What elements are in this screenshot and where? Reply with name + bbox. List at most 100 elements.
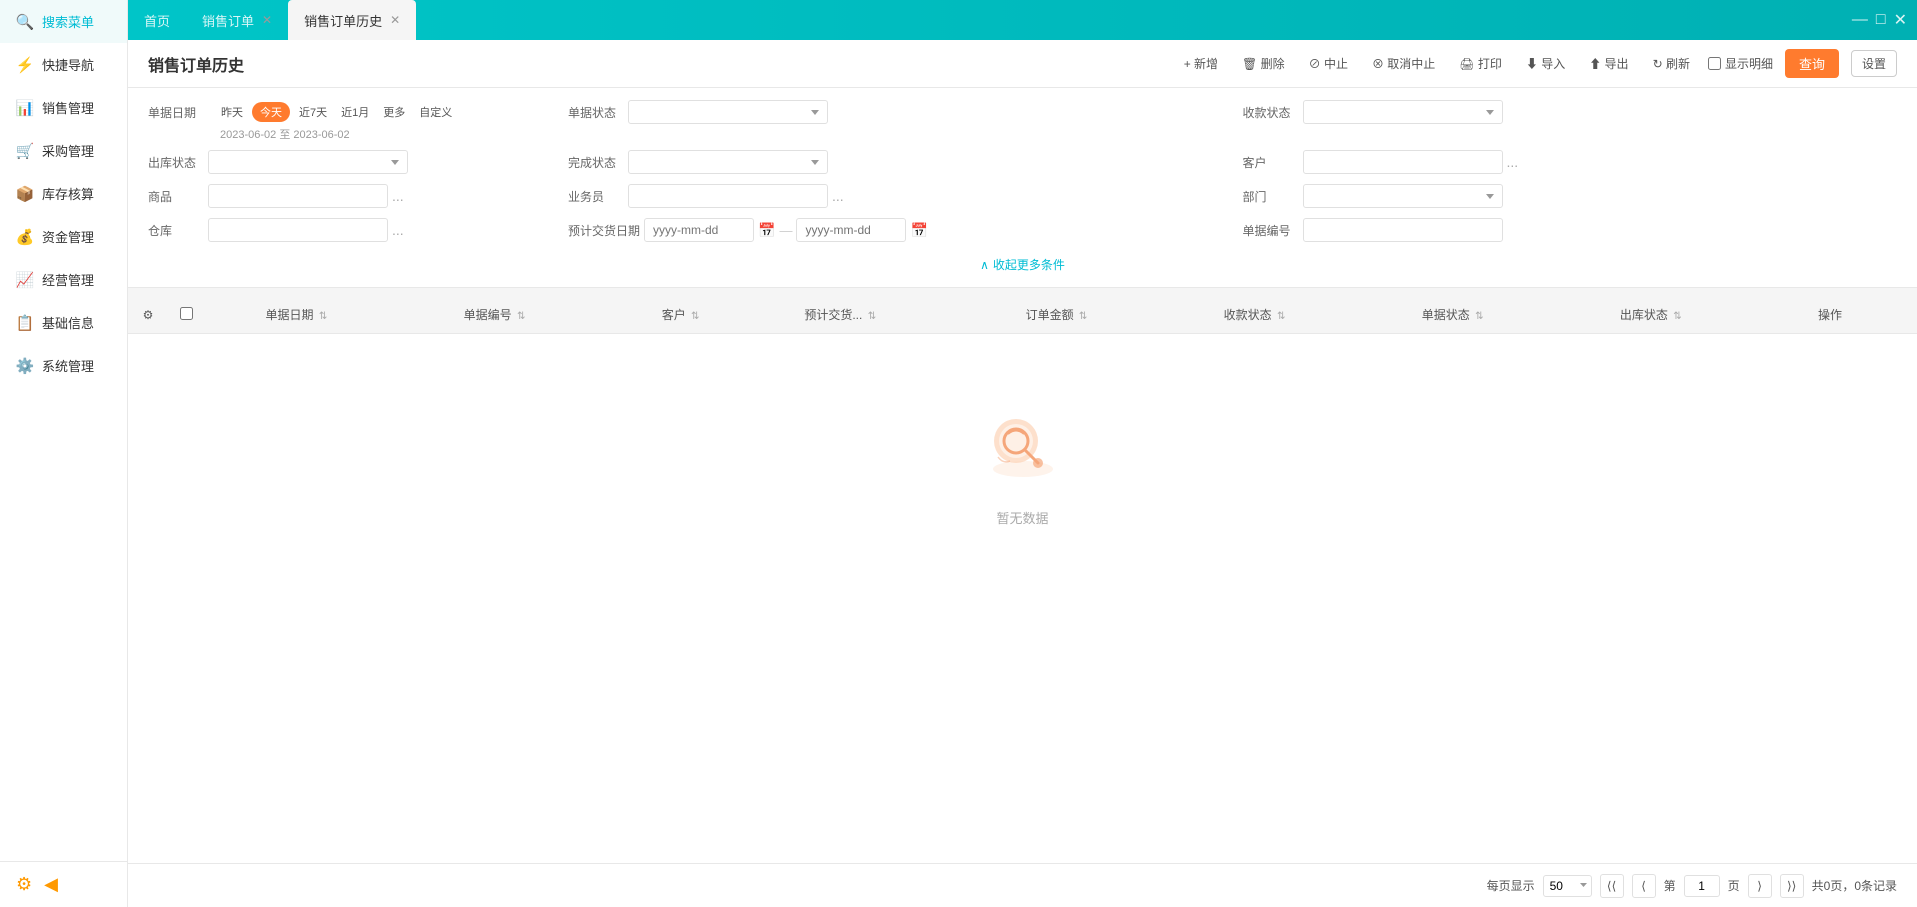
sort-date-icon[interactable]: ⇅ bbox=[319, 311, 327, 322]
date-btn-custom[interactable]: 自定义 bbox=[414, 102, 457, 122]
collapse-icon: ∧ bbox=[980, 258, 989, 272]
sidebar-item-quicknav[interactable]: ⚡ 快捷导航 bbox=[0, 43, 127, 86]
sidebar-item-purchase[interactable]: 🛒 采购管理 bbox=[0, 129, 127, 172]
window-close-btn[interactable]: ✕ bbox=[1894, 10, 1907, 30]
system-icon: ⚙️ bbox=[16, 357, 34, 375]
sidebar-item-label: 搜索菜单 bbox=[42, 12, 94, 31]
table-area: ⚙ 单据日期 ⇅ 单据编号 ⇅ bbox=[128, 296, 1917, 863]
order-no-input[interactable] bbox=[1303, 218, 1503, 242]
date-btn-yesterday[interactable]: 昨天 bbox=[216, 102, 248, 122]
prev-page-btn[interactable]: ⟨ bbox=[1632, 874, 1656, 898]
query-button[interactable]: 查询 bbox=[1785, 49, 1839, 78]
page-title: 销售订单历史 bbox=[148, 52, 244, 76]
date-btn-last7[interactable]: 近7天 bbox=[294, 102, 332, 122]
sort-amount-icon[interactable]: ⇅ bbox=[1079, 311, 1087, 322]
th-out-status[interactable]: 出库状态 ⇅ bbox=[1608, 296, 1806, 334]
cal-end-icon[interactable]: 📅 bbox=[910, 222, 927, 239]
delete-button[interactable]: 🗑 删除 bbox=[1236, 51, 1291, 76]
salesperson-input[interactable] bbox=[628, 184, 828, 208]
sidebar-settings-icon[interactable]: ⚙ bbox=[16, 874, 32, 895]
display-cols-label: 显示明细 bbox=[1725, 55, 1773, 72]
window-minimize-btn[interactable]: — bbox=[1852, 11, 1868, 29]
main-area: 首页 销售订单 ✕ 销售订单历史 ✕ — □ ✕ 销售订单历史 + 新增 🗑 删… bbox=[128, 0, 1917, 907]
sort-payment-icon[interactable]: ⇅ bbox=[1277, 311, 1285, 322]
sort-orderno-icon[interactable]: ⇅ bbox=[517, 311, 525, 322]
warehouse-dots[interactable]: ... bbox=[392, 222, 404, 238]
new-button[interactable]: + 新增 bbox=[1178, 51, 1224, 76]
page-input[interactable] bbox=[1684, 875, 1720, 897]
sort-expected-icon[interactable]: ⇅ bbox=[868, 311, 876, 322]
display-cols-checkbox[interactable] bbox=[1708, 57, 1721, 70]
sidebar-item-search[interactable]: 🔍 搜索菜单 bbox=[0, 0, 127, 43]
status-select[interactable] bbox=[628, 100, 828, 124]
sidebar-item-system[interactable]: ⚙️ 系统管理 bbox=[0, 344, 127, 387]
goods-dots[interactable]: ... bbox=[392, 188, 404, 204]
refresh-button[interactable]: ↻ 刷新 bbox=[1647, 51, 1696, 76]
sidebar-item-finance[interactable]: 💰 资金管理 bbox=[0, 215, 127, 258]
th-amount[interactable]: 订单金额 ⇅ bbox=[1014, 296, 1212, 334]
date-btn-last1m[interactable]: 近1月 bbox=[336, 102, 374, 122]
sidebar-item-operations[interactable]: 📈 经营管理 bbox=[0, 258, 127, 301]
content: 销售订单历史 + 新增 🗑 删除 ⊘ 中止 ⊗ 取消中止 🖨 打印 ⬇ 导入 ⬆… bbox=[128, 40, 1917, 907]
total-info: 共0页，0条记录 bbox=[1812, 877, 1897, 894]
warehouse-input[interactable] bbox=[208, 218, 388, 242]
th-settings[interactable]: ⚙ bbox=[128, 296, 168, 334]
customer-input[interactable] bbox=[1303, 150, 1503, 174]
th-order-no-label: 单据编号 bbox=[464, 308, 512, 322]
tab-sales-order-close[interactable]: ✕ bbox=[262, 13, 272, 27]
complete-status-select[interactable] bbox=[628, 150, 828, 174]
sort-out-icon[interactable]: ⇅ bbox=[1673, 311, 1681, 322]
th-expected-date[interactable]: 预计交货... ⇅ bbox=[792, 296, 1013, 334]
expected-date-end[interactable] bbox=[796, 218, 906, 242]
th-action: 操作 bbox=[1806, 296, 1917, 334]
cancel-stop-button[interactable]: ⊗ 取消中止 bbox=[1366, 51, 1441, 76]
cal-start-icon[interactable]: 📅 bbox=[758, 222, 775, 239]
print-button[interactable]: 🖨 打印 bbox=[1453, 51, 1508, 76]
search-menu-icon: 🔍 bbox=[16, 13, 34, 31]
th-payment-status[interactable]: 收款状态 ⇅ bbox=[1212, 296, 1410, 334]
customer-dots[interactable]: ... bbox=[1507, 154, 1519, 170]
last-page-btn[interactable]: ⟩⟩ bbox=[1780, 874, 1804, 898]
table-settings-icon[interactable]: ⚙ bbox=[143, 308, 154, 322]
tab-sales-order[interactable]: 销售订单 ✕ bbox=[186, 0, 288, 40]
inventory-icon: 📦 bbox=[16, 185, 34, 203]
th-customer[interactable]: 客户 ⇅ bbox=[650, 296, 793, 334]
settings-button[interactable]: 设置 bbox=[1851, 50, 1897, 77]
date-btn-more[interactable]: 更多 bbox=[378, 102, 410, 122]
window-maximize-btn[interactable]: □ bbox=[1876, 11, 1886, 29]
payment-status-select[interactable] bbox=[1303, 100, 1503, 124]
import-button[interactable]: ⬇ 导入 bbox=[1520, 51, 1571, 76]
sidebar-item-basicinfo[interactable]: 📋 基础信息 bbox=[0, 301, 127, 344]
per-page-select[interactable]: 50 20 100 bbox=[1543, 875, 1592, 897]
sort-customer-icon[interactable]: ⇅ bbox=[691, 311, 699, 322]
th-order-no[interactable]: 单据编号 ⇅ bbox=[452, 296, 650, 334]
next-page-btn[interactable]: ⟩ bbox=[1748, 874, 1772, 898]
out-status-select[interactable] bbox=[208, 150, 408, 174]
sidebar-item-sales[interactable]: 📊 销售管理 bbox=[0, 86, 127, 129]
salesperson-dots[interactable]: ... bbox=[832, 188, 844, 204]
tab-sales-order-history-close[interactable]: ✕ bbox=[390, 13, 400, 27]
export-button[interactable]: ⬆ 导出 bbox=[1583, 51, 1634, 76]
date-quick-btns: 昨天 今天 近7天 近1月 更多 自定义 bbox=[216, 102, 457, 122]
sidebar-footer: ⚙ ◀ bbox=[0, 861, 127, 907]
th-date[interactable]: 单据日期 ⇅ bbox=[253, 296, 451, 334]
dept-select[interactable] bbox=[1303, 184, 1503, 208]
filter-row-4: 仓库 ... 预计交货日期 📅 — 📅 单据编号 bbox=[148, 218, 1897, 242]
sidebar-item-inventory[interactable]: 📦 库存核算 bbox=[0, 172, 127, 215]
tab-home[interactable]: 首页 bbox=[128, 0, 186, 40]
select-all-checkbox[interactable] bbox=[180, 307, 193, 320]
stop-button[interactable]: ⊘ 中止 bbox=[1303, 51, 1354, 76]
th-order-status[interactable]: 单据状态 ⇅ bbox=[1410, 296, 1608, 334]
goods-input[interactable] bbox=[208, 184, 388, 208]
collapse-filter-btn[interactable]: ∧ 收起更多条件 bbox=[148, 252, 1897, 281]
table-header-row: ⚙ 单据日期 ⇅ 单据编号 ⇅ bbox=[128, 296, 1917, 334]
status-filter-label: 单据状态 bbox=[568, 104, 624, 121]
sort-status-icon[interactable]: ⇅ bbox=[1475, 311, 1483, 322]
expected-date-start[interactable] bbox=[644, 218, 754, 242]
tab-sales-order-history[interactable]: 销售订单历史 ✕ bbox=[288, 0, 416, 40]
display-cols-toggle[interactable]: 显示明细 bbox=[1708, 55, 1773, 72]
sidebar-collapse-icon[interactable]: ◀ bbox=[44, 874, 58, 895]
date-btn-today[interactable]: 今天 bbox=[252, 102, 290, 122]
first-page-btn[interactable]: ⟨⟨ bbox=[1600, 874, 1624, 898]
goods-filter-label: 商品 bbox=[148, 188, 204, 205]
